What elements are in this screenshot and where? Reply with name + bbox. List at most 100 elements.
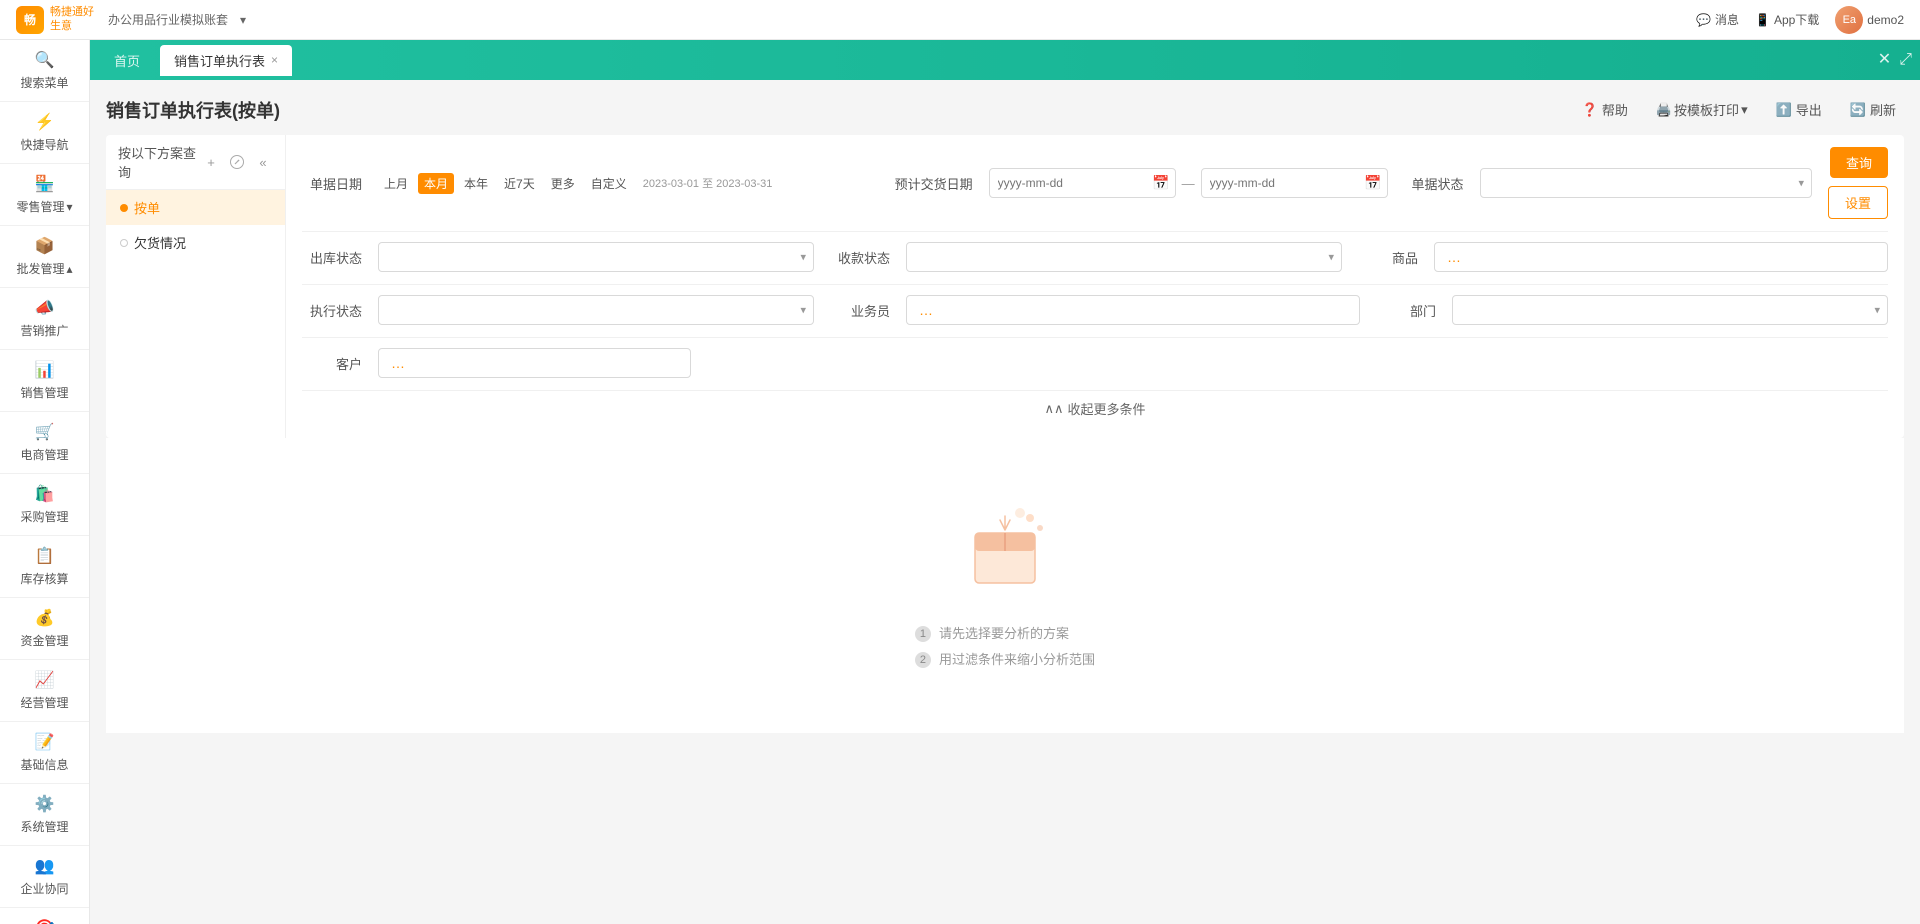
doc-status-select[interactable] <box>1480 168 1812 198</box>
tab-sales-exec-label: 销售订单执行表 <box>174 51 265 70</box>
main-panel: 按以下方案查询 + « <box>106 135 1904 438</box>
scheme-collapse-button[interactable]: « <box>253 152 273 172</box>
print-button[interactable]: 🖨️ 按模板打印 ▾ <box>1648 96 1756 123</box>
marketing-icon: 📣 <box>35 298 55 318</box>
tip-text-1: 请先选择要分析的方案 <box>939 621 1069 647</box>
retail-icon: 🏪 <box>35 174 55 194</box>
department-select[interactable] <box>1452 295 1888 325</box>
date-tab-lastmonth[interactable]: 上月 <box>378 173 414 194</box>
scheme-item-shortage[interactable]: 欠货情况 <box>106 225 285 260</box>
sidebar-item-sales[interactable]: 📊 销售管理 <box>0 350 89 412</box>
exec-status-control <box>378 295 814 325</box>
sidebar-item-ecommerce[interactable]: 🛒 电商管理 <box>0 412 89 474</box>
department-label: 部门 <box>1376 301 1436 320</box>
goods-ellipsis-button[interactable]: … <box>1443 249 1465 265</box>
tip-text-2: 用过滤条件来缩小分析范围 <box>939 647 1095 673</box>
print-icon: 🖨️ <box>1656 102 1672 118</box>
tip-num-2: 2 <box>915 652 931 668</box>
retail-arrow-icon: ▾ <box>66 200 72 214</box>
breadcrumb-dropdown-icon[interactable]: ▾ <box>240 13 246 27</box>
exec-status-label: 执行状态 <box>302 301 362 320</box>
sidebar-item-enterprise[interactable]: 👥 企业协同 <box>0 846 89 908</box>
goods-control[interactable]: … <box>1434 242 1888 272</box>
sidebar-item-guide[interactable]: 🎯 新手引导 <box>0 908 89 924</box>
enterprise-icon: 👥 <box>35 856 55 876</box>
refresh-label: 刷新 <box>1870 100 1896 119</box>
filter-section: 单据日期 上月 本月 本年 近7天 更多 自定义 2023-03-01 至 20… <box>286 135 1904 438</box>
empty-tip-2: 2 用过滤条件来缩小分析范围 <box>915 647 1095 673</box>
empty-tip-1: 1 请先选择要分析的方案 <box>915 621 1095 647</box>
tab-sales-exec[interactable]: 销售订单执行表 × <box>160 45 292 76</box>
message-icon: 💬 <box>1696 13 1711 27</box>
sidebar-item-wholesale[interactable]: 📦 批发管理 ▴ <box>0 226 89 288</box>
sidebar-item-marketing[interactable]: 📣 营销推广 <box>0 288 89 350</box>
delivery-status-select[interactable] <box>378 242 814 272</box>
expected-date-to[interactable] <box>1201 168 1388 198</box>
tab-home[interactable]: 首页 <box>98 45 156 76</box>
finance-icon: 💰 <box>35 608 55 628</box>
settings-button[interactable]: 设置 <box>1828 186 1888 219</box>
window-maximize-button[interactable]: ⤢ <box>1899 52 1912 68</box>
avatar-text: Ea <box>1843 14 1856 26</box>
sidebar-item-basics[interactable]: 📝 基础信息 <box>0 722 89 784</box>
collapse-bar[interactable]: ∧∧ 收起更多条件 <box>302 390 1888 426</box>
sidebar-label-finance: 资金管理 <box>20 632 68 649</box>
date-tab-more[interactable]: 更多 <box>545 173 581 194</box>
user-profile-button[interactable]: Ea demo2 <box>1835 6 1904 34</box>
app-download-button[interactable]: 📱 App下载 <box>1755 11 1819 28</box>
sidebar-label-wholesale: 批发管理 <box>16 260 64 277</box>
sales-icon: 📊 <box>35 360 55 380</box>
sidebar-item-inventory[interactable]: 📋 库存核算 <box>0 536 89 598</box>
help-button[interactable]: ❓ 帮助 <box>1574 96 1636 123</box>
operations-icon: 📈 <box>35 670 55 690</box>
wholesale-label-wrap: 批发管理 ▴ <box>16 260 72 277</box>
date-tab-custom[interactable]: 自定义 <box>585 173 633 194</box>
scheme-edit-button[interactable] <box>227 152 247 172</box>
query-button[interactable]: 查询 <box>1830 147 1888 178</box>
row-divider-2 <box>302 284 1888 285</box>
scheme-add-button[interactable]: + <box>201 152 221 172</box>
sidebar-item-retail[interactable]: 🏪 零售管理 ▾ <box>0 164 89 226</box>
sidebar-label-ecommerce: 电商管理 <box>20 446 68 463</box>
payment-status-select[interactable] <box>906 242 1342 272</box>
export-icon: ⬆️ <box>1776 102 1792 118</box>
tab-close-button[interactable]: × <box>271 54 278 66</box>
sidebar-item-operations[interactable]: 📈 经营管理 <box>0 660 89 722</box>
scheme-item-order[interactable]: 按单 <box>106 190 285 225</box>
customer-control[interactable]: … <box>378 348 691 378</box>
search-icon: 🔍 <box>35 50 55 70</box>
filter-row-4: 客户 … <box>302 348 1888 378</box>
retail-label-wrap: 零售管理 ▾ <box>16 198 72 215</box>
sidebar-item-purchase[interactable]: 🛍️ 采购管理 <box>0 474 89 536</box>
collapse-chevron-icon: ∧∧ <box>1044 401 1063 417</box>
sidebar-item-search[interactable]: 🔍 搜索菜单 <box>0 40 89 102</box>
logo-text: 畅捷通好生意 <box>50 6 100 32</box>
date-tab-thismonth[interactable]: 本月 <box>418 173 454 194</box>
sidebar-item-system[interactable]: ⚙️ 系统管理 <box>0 784 89 846</box>
print-label: 按模板打印 <box>1674 100 1739 119</box>
page-actions: ❓ 帮助 🖨️ 按模板打印 ▾ ⬆️ 导出 🔄 刷新 <box>1574 96 1904 123</box>
help-label: 帮助 <box>1602 100 1628 119</box>
page-title: 销售订单执行表(按单) <box>106 97 280 123</box>
expected-date-from[interactable] <box>989 168 1176 198</box>
message-button[interactable]: 💬 消息 <box>1696 11 1739 28</box>
empty-illustration <box>945 498 1065 598</box>
date-tab-thisyear[interactable]: 本年 <box>458 173 494 194</box>
breadcrumb-label: 办公用品行业模拟账套 <box>108 11 228 28</box>
payment-status-label: 收款状态 <box>830 248 890 267</box>
refresh-button[interactable]: 🔄 刷新 <box>1842 96 1904 123</box>
date-tab-7days[interactable]: 近7天 <box>498 173 541 194</box>
salesperson-control[interactable]: … <box>906 295 1360 325</box>
window-close-button[interactable]: ✕ <box>1878 52 1891 68</box>
sidebar-item-finance[interactable]: 💰 资金管理 <box>0 598 89 660</box>
export-button[interactable]: ⬆️ 导出 <box>1768 96 1830 123</box>
exec-status-select[interactable] <box>378 295 814 325</box>
delivery-status-label: 出库状态 <box>302 248 362 267</box>
expected-date-group: 📅 — 📅 <box>989 168 1388 198</box>
logo-icon: 畅 <box>16 6 44 34</box>
customer-ellipsis-button[interactable]: … <box>387 355 409 371</box>
delivery-status-control <box>378 242 814 272</box>
sidebar-item-quicknav[interactable]: ⚡ 快捷导航 <box>0 102 89 164</box>
sidebar: 🔍 搜索菜单 ⚡ 快捷导航 🏪 零售管理 ▾ 📦 批发管理 ▴ 📣 营销推广 <box>0 40 90 924</box>
salesperson-ellipsis-button[interactable]: … <box>915 302 937 318</box>
